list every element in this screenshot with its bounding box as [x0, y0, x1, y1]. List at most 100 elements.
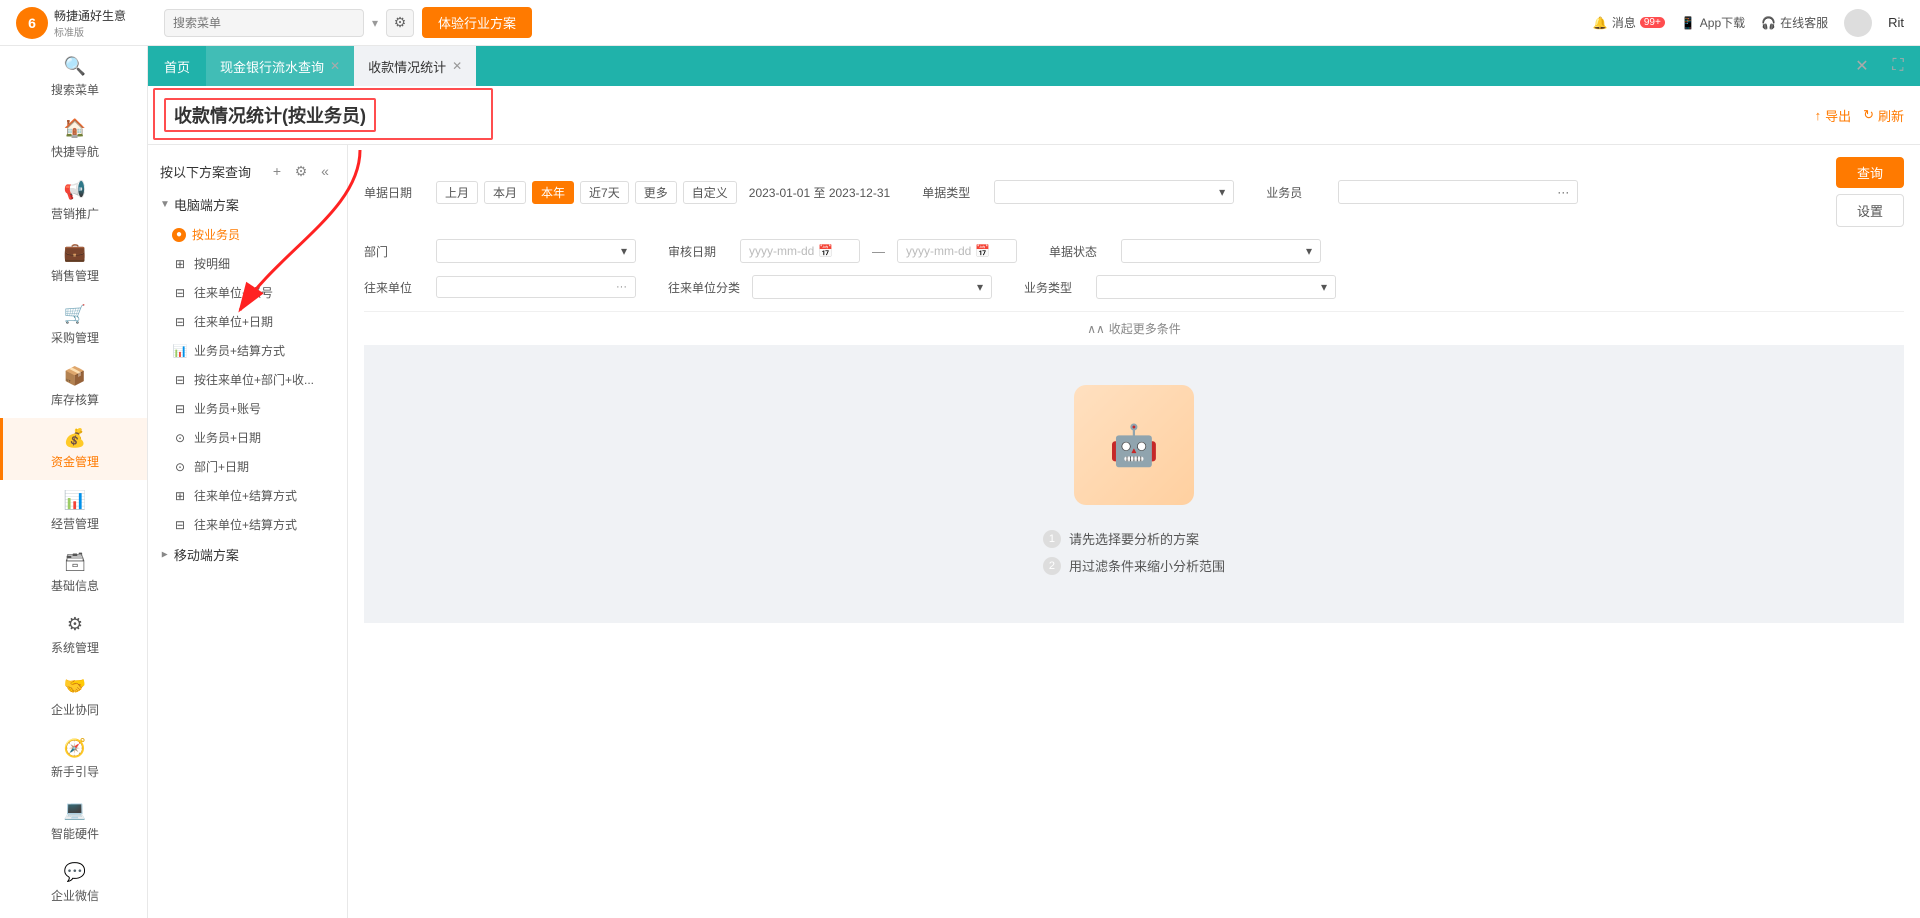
business-type-label: 业务类型: [1024, 279, 1084, 296]
scheme-panel-actions: + ⚙ «: [267, 161, 335, 181]
scheme-item-unit-date[interactable]: ⊟ 往来单位+日期: [148, 307, 347, 336]
counterparty-more[interactable]: ···: [616, 281, 627, 293]
audit-date-end[interactable]: yyyy-mm-dd 📅: [897, 239, 1017, 263]
counterparty-select[interactable]: ···: [436, 276, 636, 298]
audit-date-start[interactable]: yyyy-mm-dd 📅: [740, 239, 860, 263]
date-shortcuts: 上月 本月 本年 近7天 更多 自定义: [436, 181, 737, 204]
tab-collection[interactable]: 收款情况统计 ✕: [354, 46, 476, 86]
tab-home[interactable]: 首页: [148, 46, 206, 86]
sidebar-item-quicknav[interactable]: 🏠 快捷导航: [0, 108, 147, 170]
scheme-item-unit-settlement2[interactable]: ⊟ 往来单位+结算方式: [148, 510, 347, 539]
user-avatar[interactable]: [1844, 9, 1872, 37]
sidebar-item-wechat[interactable]: 💬 企业微信: [0, 852, 147, 914]
step-num-2: 2: [1043, 557, 1061, 575]
messages-item[interactable]: 🔔 消息 99+: [1593, 14, 1665, 31]
sidebar-item-enterprise[interactable]: 🤝 企业协同: [0, 666, 147, 728]
shortcut-last-month[interactable]: 上月: [436, 181, 478, 204]
wechat-icon: 💬: [64, 862, 86, 883]
shortcut-this-year[interactable]: 本年: [532, 181, 574, 204]
scheme-item-salesman-account[interactable]: ⊟ 业务员+账号: [148, 394, 347, 423]
search-icon: 🔍: [64, 56, 86, 77]
dept-select[interactable]: ▾: [436, 239, 636, 263]
settings-button[interactable]: 设置: [1836, 194, 1904, 227]
collapse-bar[interactable]: ∧∧ 收起更多条件: [364, 311, 1904, 345]
table-icon2: ⊟: [172, 314, 188, 330]
scheme-item-dept-date[interactable]: ⊙ 部门+日期: [148, 452, 347, 481]
filter-right: 单据日期 上月 本月 本年 近7天 更多 自定义 2023-01-01 至 20…: [348, 145, 1920, 918]
logo-icon: 6: [16, 7, 48, 39]
finance-icon: 💰: [64, 428, 86, 449]
scheme-collapse-btn[interactable]: «: [315, 161, 335, 181]
inventory-icon: 📦: [64, 366, 86, 387]
scheme-item-unit-account[interactable]: ⊟ 往来单位+账号: [148, 278, 347, 307]
voucher-type-select[interactable]: ▾: [994, 180, 1234, 204]
sidebar-item-search[interactable]: 🔍 搜索菜单: [0, 46, 147, 108]
filter-row-2: 部门 ▾ 审核日期 yyyy-mm-dd 📅 — yyyy-mm-dd: [364, 239, 1904, 263]
sidebar-item-operations[interactable]: 📊 经营管理: [0, 480, 147, 542]
sidebar-item-finance[interactable]: 💰 资金管理: [0, 418, 147, 480]
tab-cashflow[interactable]: 现金银行流水查询 ✕: [206, 46, 354, 86]
tab-close-cashflow[interactable]: ✕: [330, 59, 340, 73]
content-area: 首页 现金银行流水查询 ✕ 收款情况统计 ✕ ✕ ⛶ 收款情况统计(按业务员): [148, 46, 1920, 918]
search-input[interactable]: [164, 9, 364, 37]
tab-close-collection[interactable]: ✕: [452, 59, 462, 73]
scheme-settings-btn[interactable]: ⚙: [291, 161, 311, 181]
maximize-btn[interactable]: ⛶: [1884, 52, 1912, 80]
page-content: 收款情况统计(按业务员) ↑ 导出 ↻ 刷新 按以下: [148, 86, 1920, 918]
export-button[interactable]: ↑ 导出: [1815, 106, 1852, 125]
shortcut-7days[interactable]: 近7天: [580, 181, 629, 204]
sidebar-item-purchase[interactable]: 🛒 采购管理: [0, 294, 147, 356]
scheme-item-salesman-date[interactable]: ⊙ 业务员+日期: [148, 423, 347, 452]
sidebar-item-basic[interactable]: 🗃 基础信息: [0, 542, 147, 604]
scheme-group-mobile-title[interactable]: ▼ 移动端方案: [148, 539, 347, 570]
scheme-item-detail[interactable]: ⊞ 按明细: [148, 249, 347, 278]
phone-icon: 📱: [1681, 16, 1696, 30]
sidebar-item-system[interactable]: ⚙ 系统管理: [0, 604, 147, 666]
sidebar-item-member[interactable]: V 畅会员: [0, 914, 147, 918]
system-icon: ⚙: [67, 614, 83, 635]
action-buttons: 查询 设置: [1836, 157, 1904, 227]
username-label: Rit: [1888, 15, 1904, 30]
chevron-down-icon3: ▾: [1306, 244, 1312, 258]
shortcut-this-month[interactable]: 本月: [484, 181, 526, 204]
counterparty-label: 往来单位: [364, 279, 424, 296]
sidebar-item-inventory[interactable]: 📦 库存核算: [0, 356, 147, 418]
refresh-button[interactable]: ↻ 刷新: [1863, 106, 1904, 125]
salesman-select[interactable]: ···: [1338, 180, 1578, 204]
gear-button[interactable]: ⚙: [386, 9, 414, 37]
business-type-select[interactable]: ▾: [1096, 275, 1336, 299]
sidebar-item-newbie[interactable]: 🧭 新手引导: [0, 728, 147, 790]
voucher-status-select[interactable]: ▾: [1121, 239, 1321, 263]
shortcut-custom[interactable]: 自定义: [683, 181, 737, 204]
counterparty-cat-select[interactable]: ▾: [752, 275, 992, 299]
app-download-item[interactable]: 📱 App下载: [1681, 14, 1745, 31]
megaphone-icon: 📢: [64, 180, 86, 201]
trial-button[interactable]: 体验行业方案: [422, 7, 532, 38]
add-scheme-btn[interactable]: +: [267, 161, 287, 181]
scheme-item-unit-settlement1[interactable]: ⊞ 往来单位+结算方式: [148, 481, 347, 510]
scheme-group-desktop-title[interactable]: ▼ 电脑端方案: [148, 189, 347, 220]
table-icon3: ⊟: [172, 372, 188, 388]
empty-illustration: 🤖: [1074, 385, 1194, 505]
scheme-item-unit-dept[interactable]: ⊟ 按往来单位+部门+收...: [148, 365, 347, 394]
top-search-area: ▾ ⚙ 体验行业方案: [164, 7, 1593, 38]
home-icon: 🏠: [64, 118, 86, 139]
close-window-btn[interactable]: ✕: [1848, 52, 1876, 80]
scheme-item-by-salesman[interactable]: ● 按业务员: [148, 220, 347, 249]
step-num-1: 1: [1043, 530, 1061, 548]
tab-right-actions: ✕ ⛶: [1848, 52, 1920, 80]
group-arrow-icon: ▼: [160, 199, 170, 210]
breadcrumb-arrow[interactable]: ▾: [372, 16, 378, 30]
page-header: 收款情况统计(按业务员) ↑ 导出 ↻ 刷新: [148, 86, 1920, 145]
collapse-icon: ∧∧: [1087, 322, 1105, 336]
query-button[interactable]: 查询: [1836, 157, 1904, 188]
online-service-item[interactable]: 🎧 在线客服: [1761, 14, 1828, 31]
empty-state: 🤖 1 请先选择要分析的方案 2 用过滤条件来缩小分析范围: [364, 345, 1904, 623]
shortcut-more[interactable]: 更多: [635, 181, 677, 204]
scheme-item-salesman-settlement[interactable]: 📊 业务员+结算方式: [148, 336, 347, 365]
counterparty-cat-label: 往来单位分类: [668, 279, 740, 296]
sidebar-item-hardware[interactable]: 💻 智能硬件: [0, 790, 147, 852]
table-icon4: ⊟: [172, 401, 188, 417]
sidebar-item-marketing[interactable]: 📢 营销推广: [0, 170, 147, 232]
sidebar-item-sales[interactable]: 💼 销售管理: [0, 232, 147, 294]
